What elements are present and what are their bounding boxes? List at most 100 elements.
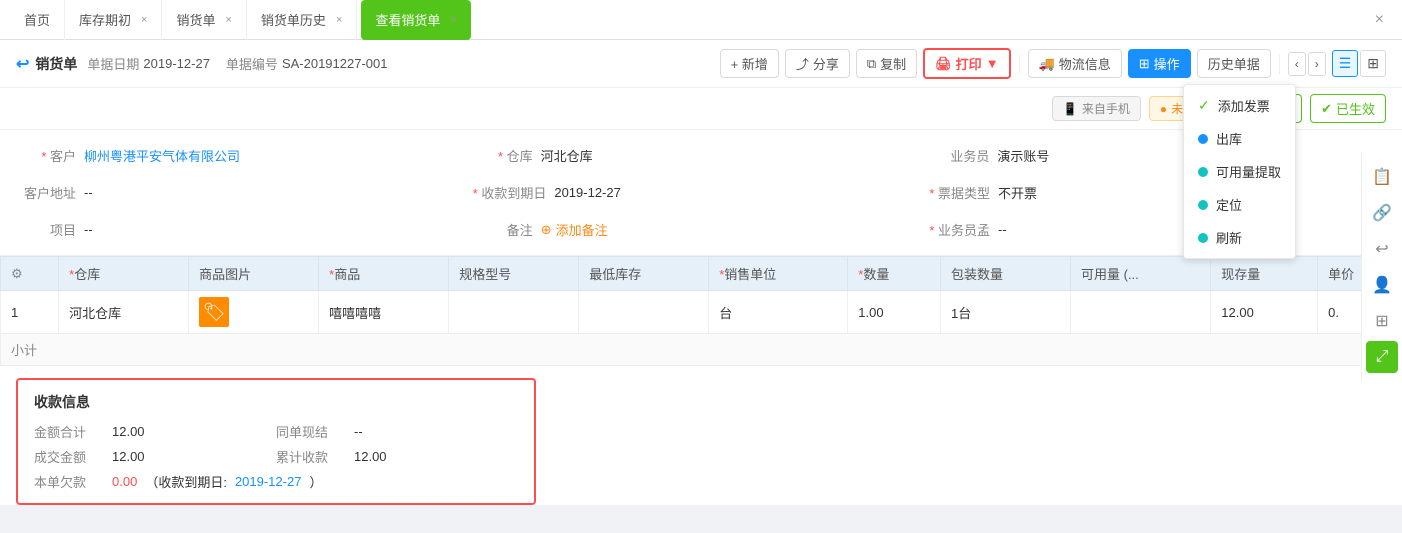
right-icon-2[interactable]: 🔗 (1366, 197, 1398, 229)
form-number: 单据编号 SA-20191227-001 (226, 54, 388, 73)
customer-field: 客户 柳州粤港平安气体有限公司 (16, 142, 473, 169)
grid-view-btn[interactable]: ⊞ (1360, 50, 1386, 77)
form-header: ↩ 销货单 单据日期 2019-12-27 单据编号 SA-20191227-0… (0, 40, 1402, 88)
copy-button[interactable]: ⧉ 复制 (856, 49, 917, 78)
tab-home[interactable]: 首页 (10, 0, 65, 40)
due-date-note-value: 2019-12-27 (235, 474, 302, 489)
amount-total-value: 12.00 (112, 424, 145, 439)
staff-label: 业务员 (929, 146, 989, 165)
form-title: ↩ 销货单 (16, 54, 77, 74)
col-product: *商品 (319, 257, 449, 291)
form-meta: 单据日期 2019-12-27 单据编号 SA-20191227-001 (87, 54, 387, 73)
new-button[interactable]: + 新增 (720, 49, 779, 78)
current-debt-value: 0.00 (112, 474, 137, 489)
dot-cyan-icon-2 (1198, 200, 1208, 210)
col-quantity: *数量 (848, 257, 941, 291)
effective-button[interactable]: ✔ 已生效 (1310, 94, 1386, 123)
logistics-button[interactable]: 🚚 物流信息 (1028, 49, 1122, 78)
col-settings[interactable]: ⚙ (1, 257, 59, 291)
operations-dropdown: ✓ 添加发票 出库 可用量提取 定位 刷新 (1183, 84, 1296, 259)
tab-sales-order[interactable]: 销货单 × (162, 0, 246, 40)
table-row: 1 河北仓库 🏷 嘻嘻嘻嘻 台 1.00 1台 12.00 0. (1, 291, 1402, 334)
print-dropdown-arrow: ▼ (986, 56, 999, 71)
right-icon-3[interactable]: ↩ (1366, 233, 1398, 265)
cumulative-receipt-row: 累计收款 12.00 (276, 447, 518, 466)
operations-button[interactable]: ⊞ 操作 (1128, 49, 1191, 78)
dropdown-outbound[interactable]: 出库 (1184, 122, 1295, 155)
due-date-note-close: ） (309, 472, 322, 491)
right-panel: 📋 🔗 ↩ 👤 ⊞ ⤢ (1361, 153, 1402, 381)
prev-button[interactable]: ‹ (1288, 52, 1306, 76)
ticket-type-field: 票据类型 不开票 (929, 179, 1386, 206)
list-view-btn[interactable]: ☰ (1332, 50, 1359, 77)
row-index: 1 (1, 291, 59, 334)
project-value: -- (84, 222, 93, 237)
print-button[interactable]: 🖨 打印 ▼ (923, 48, 1010, 79)
tab-sales-order-close[interactable]: × (225, 14, 231, 26)
tab-inventory-init[interactable]: 库存期初 × (65, 0, 162, 40)
print-icon: 🖨 (935, 56, 952, 72)
address-value: -- (84, 185, 93, 200)
dropdown-locate[interactable]: 定位 (1184, 188, 1295, 221)
note-label: 备注 (473, 220, 533, 239)
separator-2 (1279, 54, 1280, 74)
logistics-icon: 🚚 (1039, 56, 1055, 72)
dot-cyan-icon-1 (1198, 167, 1208, 177)
current-debt-row: 本单欠款 0.00 （收款到期日: 2019-12-27 ） (34, 472, 518, 491)
tab-bar-close[interactable]: × (1367, 11, 1392, 29)
note-field: 备注 ⊕ 添加备注 (473, 216, 930, 243)
dropdown-available-pick[interactable]: 可用量提取 (1184, 155, 1295, 188)
payment-grid: 金额合计 12.00 同单现结 -- 成交金额 12.00 累计收款 12.00… (34, 422, 518, 491)
operations-icon: ⊞ (1139, 56, 1150, 72)
row-available (1071, 291, 1211, 334)
product-thumbnail: 🏷 (199, 297, 229, 327)
right-icon-5[interactable]: ⊞ (1366, 305, 1398, 337)
table-header-row: ⚙ *仓库 商品图片 *商品 规格型号 最低库存 *销售单位 *数量 包装数量 … (1, 257, 1402, 291)
right-icon-1[interactable]: 📋 (1366, 161, 1398, 193)
due-date-note: （收款到期日: (145, 472, 227, 491)
tab-sales-history[interactable]: 销货单历史 × (247, 0, 357, 40)
address-field: 客户地址 -- (16, 179, 473, 206)
settings-icon[interactable]: ⚙ (11, 266, 23, 281)
row-quantity: 1.00 (848, 291, 941, 334)
tab-sales-history-close[interactable]: × (336, 14, 342, 26)
share-button[interactable]: ⤴ 分享 (785, 49, 850, 78)
warehouse-value: 河北仓库 (541, 146, 593, 165)
add-note-button[interactable]: ⊕ 添加备注 (541, 220, 608, 239)
row-warehouse: 河北仓库 (59, 291, 189, 334)
tab-inventory-init-close[interactable]: × (141, 14, 147, 26)
right-icon-expand[interactable]: ⤢ (1366, 341, 1398, 373)
phone-icon: 📱 (1063, 102, 1078, 116)
row-spec (449, 291, 579, 334)
tab-view-sales-close[interactable]: × (450, 14, 456, 26)
dropdown-refresh[interactable]: 刷新 (1184, 221, 1295, 254)
col-unit: *销售单位 (709, 257, 848, 291)
plus-icon: ⊕ (541, 222, 552, 238)
dropdown-add-invoice[interactable]: ✓ 添加发票 (1184, 89, 1295, 122)
product-table: ⚙ *仓库 商品图片 *商品 规格型号 最低库存 *销售单位 *数量 包装数量 … (0, 256, 1402, 366)
right-icon-4[interactable]: 👤 (1366, 269, 1398, 301)
dot-blue-icon (1198, 134, 1208, 144)
ticket-type-label: 票据类型 (929, 183, 990, 202)
customer-value[interactable]: 柳州粤港平安气体有限公司 (84, 146, 240, 165)
tab-view-sales[interactable]: 查看销货单 × (361, 0, 470, 40)
address-label: 客户地址 (16, 183, 76, 202)
col-min-stock: 最低库存 (579, 257, 709, 291)
col-stock: 现存量 (1211, 257, 1318, 291)
staff-field: 业务员 演示账号 (929, 142, 1386, 169)
same-order-settlement-label: 同单现结 (276, 422, 346, 441)
from-phone-button[interactable]: 📱 来自手机 (1052, 96, 1141, 121)
history-button[interactable]: 历史单据 (1197, 49, 1271, 78)
same-order-settlement-value: -- (354, 424, 363, 439)
transaction-amount-value: 12.00 (112, 449, 145, 464)
dot-cyan-icon-3 (1198, 233, 1208, 243)
subtotal-row: 小计 (1, 334, 1402, 366)
current-debt-label: 本单欠款 (34, 472, 104, 491)
col-pack-qty: 包装数量 (940, 257, 1070, 291)
warehouse-field: 仓库 河北仓库 (473, 142, 930, 169)
form-title-area: ↩ 销货单 单据日期 2019-12-27 单据编号 SA-20191227-0… (16, 54, 387, 74)
separator-1 (1019, 54, 1020, 74)
next-button[interactable]: › (1308, 52, 1326, 76)
copy-icon: ⧉ (867, 56, 876, 72)
salesman-label: 业务员孟 (929, 220, 990, 239)
